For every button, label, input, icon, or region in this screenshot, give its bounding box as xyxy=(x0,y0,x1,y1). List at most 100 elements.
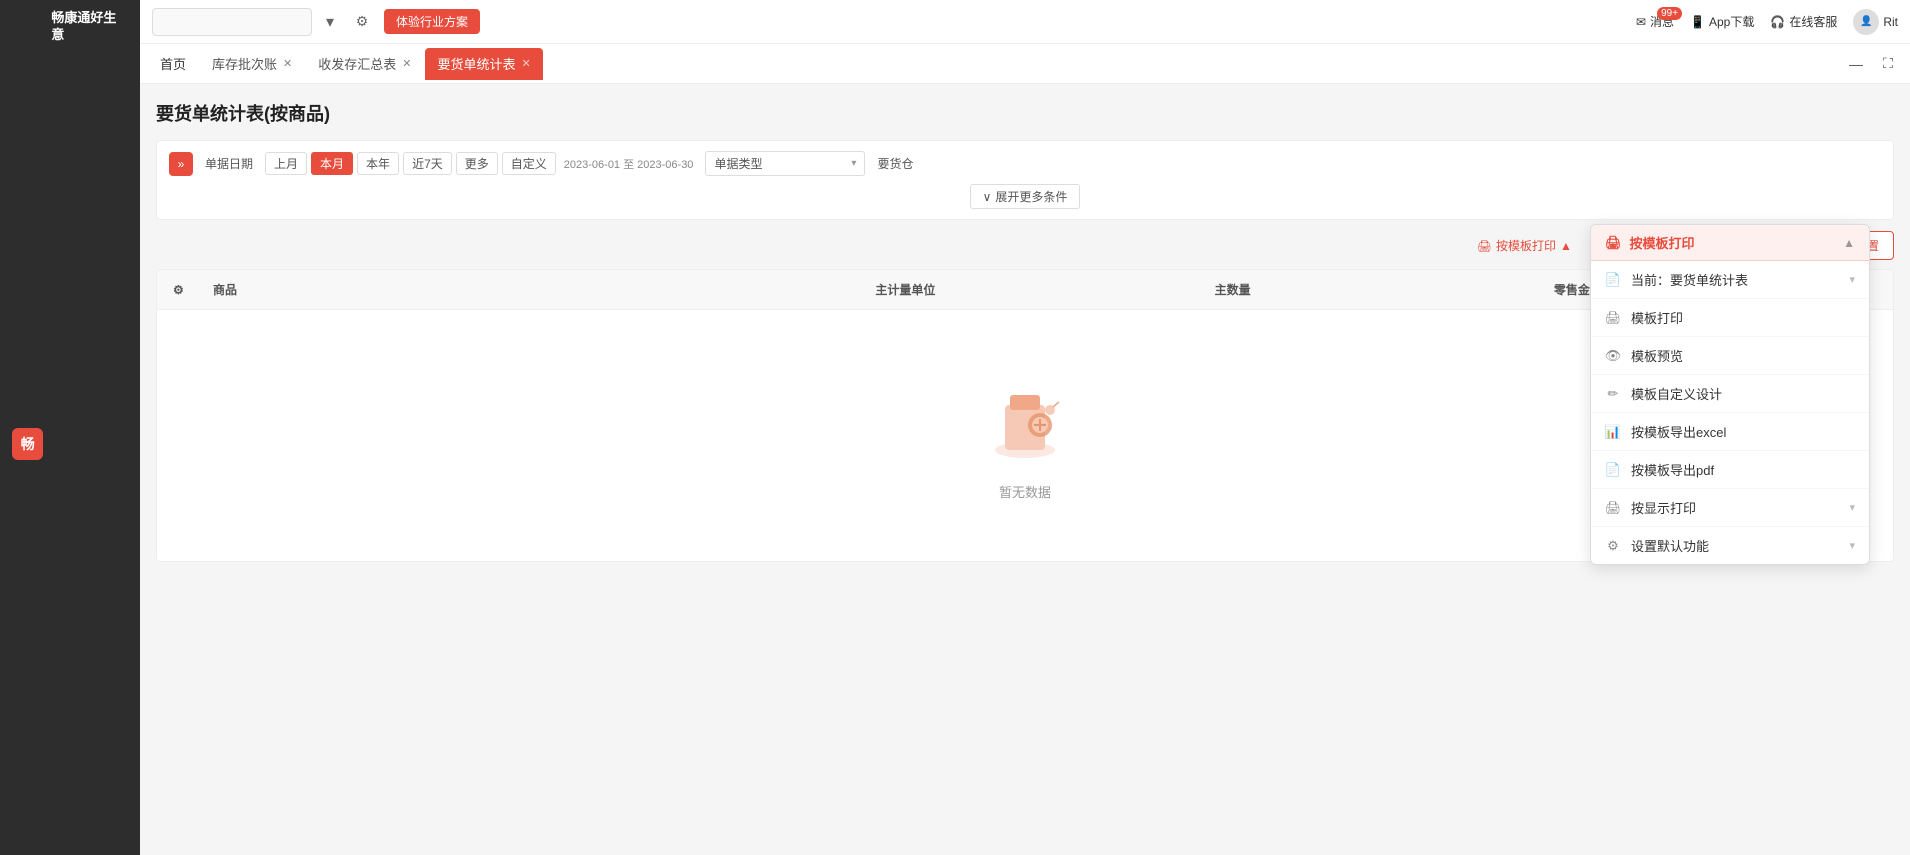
home-tab-label: 首页 xyxy=(160,54,186,73)
template-print-label: 模板打印 xyxy=(1631,308,1855,327)
dropdown-template-print[interactable]: 🖨 模板打印 xyxy=(1591,299,1869,337)
more-btn[interactable]: 更多 xyxy=(456,152,498,175)
app-name: 畅康通好生意 xyxy=(51,10,128,855)
topbar: ▾ ⚙ 体验行业方案 ✉ 消息 99+ 📱 App下载 🎧 在线客服 👤 Rit xyxy=(140,0,1910,44)
avatar: 👤 xyxy=(1853,9,1879,35)
display-print-arrow: ▾ xyxy=(1849,501,1855,514)
logo-icon: 畅 xyxy=(12,428,43,460)
goods-label: 要货仓 xyxy=(877,155,913,172)
tab-close-order-stats[interactable]: ✕ xyxy=(522,57,531,70)
default-func-label: 设置默认功能 xyxy=(1631,536,1839,555)
topbar-search-input[interactable] xyxy=(152,8,312,36)
tabs-minimize-btn[interactable]: — xyxy=(1842,50,1870,78)
dropdown-title: 按模板打印 xyxy=(1630,233,1695,252)
empty-text: 暂无数据 xyxy=(999,482,1051,501)
date-range-text: 2023-06-01 至 2023-06-30 xyxy=(564,156,694,172)
expand-more-row: ∨ 展开更多条件 xyxy=(169,184,1881,209)
dropdown-default-func[interactable]: ⚙ 设置默认功能 ▾ xyxy=(1591,527,1869,564)
template-custom-icon: ✏ xyxy=(1605,386,1621,402)
print-icon: 🖨 xyxy=(1477,239,1492,253)
empty-illustration xyxy=(975,370,1075,470)
dropdown-current[interactable]: 📄 当前：要货单统计表 ▾ xyxy=(1591,261,1869,299)
dropdown-display-print[interactable]: 🖨 按显示打印 ▾ xyxy=(1591,489,1869,527)
tab-home[interactable]: 首页 xyxy=(148,48,198,80)
template-preview-icon: 👁 xyxy=(1605,348,1621,364)
tab-order-stats[interactable]: 要货单统计表 ✕ xyxy=(425,48,542,80)
date-buttons: 上月 本月 本年 近7天 更多 自定义 2023-06-01 至 2023-06… xyxy=(265,152,693,175)
tab-close-receipt-summary[interactable]: ✕ xyxy=(402,57,411,70)
service-icon: 🎧 xyxy=(1770,15,1785,29)
user-avatar[interactable]: 👤 Rit xyxy=(1853,9,1898,35)
dropdown-header[interactable]: 🖨 按模板打印 ▲ xyxy=(1591,225,1869,261)
col-product: 商品 xyxy=(205,281,867,298)
online-service-label: 在线客服 xyxy=(1789,13,1837,30)
app-download-btn[interactable]: 📱 App下载 xyxy=(1690,13,1754,30)
tab-label: 收发存汇总表 xyxy=(318,54,396,73)
experience-btn[interactable]: 体验行业方案 xyxy=(384,9,480,34)
template-preview-label: 模板预览 xyxy=(1631,346,1855,365)
template-excel-label: 按模板导出excel xyxy=(1631,422,1855,441)
filter-toggle-btn[interactable]: » xyxy=(169,152,193,176)
print-arrow: ▲ xyxy=(1560,239,1572,253)
dropdown-print-icon: 🖨 xyxy=(1605,235,1622,251)
tabs-maximize-btn[interactable]: ⛶ xyxy=(1874,50,1902,78)
dropdown-template-preview[interactable]: 👁 模板预览 xyxy=(1591,337,1869,375)
expand-more-btn[interactable]: ∨ 展开更多条件 xyxy=(970,184,1081,209)
type-select-arrow: ▾ xyxy=(851,158,856,169)
dropdown-template-pdf[interactable]: 📄 按模板导出pdf xyxy=(1591,451,1869,489)
message-btn[interactable]: ✉ 消息 99+ xyxy=(1636,13,1674,30)
filter-bar: » 单据日期 上月 本月 本年 近7天 更多 自定义 2023-06-01 至 … xyxy=(156,140,1894,220)
col-settings[interactable]: ⚙ xyxy=(165,283,205,297)
current-label: 当前：要货单统计表 xyxy=(1631,270,1839,289)
message-icon: ✉ xyxy=(1636,15,1646,29)
tab-label: 要货单统计表 xyxy=(437,54,515,73)
app-download-label: App下载 xyxy=(1709,13,1754,30)
custom-btn[interactable]: 自定义 xyxy=(502,152,556,175)
dropdown-collapse-icon: ▲ xyxy=(1843,236,1855,250)
expand-icon: ∨ xyxy=(983,190,992,204)
type-select-label: 单据类型 xyxy=(714,155,762,172)
display-print-icon: 🖨 xyxy=(1605,500,1621,516)
online-service-btn[interactable]: 🎧 在线客服 xyxy=(1770,13,1837,30)
sidebar: 畅 畅康通好生意 标准版 ▲ 🔍 搜索菜单 ⚡ 快捷导航 📢 营销推广 💰 销售… xyxy=(0,0,140,855)
expand-more-label: 展开更多条件 xyxy=(995,188,1067,205)
template-pdf-icon: 📄 xyxy=(1605,462,1621,478)
current-arrow: ▾ xyxy=(1849,273,1855,286)
print-dropdown-menu: 🖨 按模板打印 ▲ 📄 当前：要货单统计表 ▾ 🖨 模板打印 👁 模板预览 xyxy=(1590,224,1870,565)
topbar-gear-btn[interactable]: ⚙ xyxy=(348,8,376,36)
current-icon: 📄 xyxy=(1605,272,1621,288)
tabs-bar: 首页 库存批次账 ✕ 收发存汇总表 ✕ 要货单统计表 ✕ — ⛶ xyxy=(140,44,1910,84)
topbar-right: ✉ 消息 99+ 📱 App下载 🎧 在线客服 👤 Rit xyxy=(1636,9,1898,35)
current-month-btn[interactable]: 本月 xyxy=(311,152,353,175)
tabs-right-controls: — ⛶ xyxy=(1842,50,1902,78)
template-custom-label: 模板自定义设计 xyxy=(1631,384,1855,403)
date-label: 单据日期 xyxy=(205,155,253,172)
app-download-icon: 📱 xyxy=(1690,15,1705,29)
recent7-btn[interactable]: 近7天 xyxy=(403,152,452,175)
dropdown-template-excel[interactable]: 📊 按模板导出excel xyxy=(1591,413,1869,451)
tab-label: 库存批次账 xyxy=(212,54,277,73)
print-label: 按模板打印 xyxy=(1496,237,1556,254)
tab-inventory-batch[interactable]: 库存批次账 ✕ xyxy=(200,48,304,80)
topbar-dropdown-btn[interactable]: ▾ xyxy=(320,8,340,36)
template-excel-icon: 📊 xyxy=(1605,424,1621,440)
tab-close-inventory-batch[interactable]: ✕ xyxy=(283,57,292,70)
col-qty: 主数量 xyxy=(1207,281,1546,298)
template-pdf-label: 按模板导出pdf xyxy=(1631,460,1855,479)
main-area: ▾ ⚙ 体验行业方案 ✉ 消息 99+ 📱 App下载 🎧 在线客服 👤 Rit xyxy=(140,0,1910,855)
default-func-arrow: ▾ xyxy=(1849,539,1855,552)
page-content: 要货单统计表(按商品) » 单据日期 上月 本月 本年 近7天 更多 自定义 2… xyxy=(140,84,1910,855)
app-logo: 畅 畅康通好生意 标准版 xyxy=(0,0,140,855)
default-func-icon: ⚙ xyxy=(1605,538,1621,554)
type-select[interactable]: 单据类型 ▾ xyxy=(705,151,865,176)
template-print-icon: 🖨 xyxy=(1605,310,1621,326)
tab-receipt-summary[interactable]: 收发存汇总表 ✕ xyxy=(306,48,423,80)
display-print-label: 按显示打印 xyxy=(1631,498,1839,517)
filter-row-1: » 单据日期 上月 本月 本年 近7天 更多 自定义 2023-06-01 至 … xyxy=(169,151,1881,176)
message-badge: 99+ xyxy=(1657,7,1682,20)
print-btn[interactable]: 🖨 按模板打印 ▲ xyxy=(1469,233,1580,258)
prev-month-btn[interactable]: 上月 xyxy=(265,152,307,175)
this-year-btn[interactable]: 本年 xyxy=(357,152,399,175)
page-title: 要货单统计表(按商品) xyxy=(156,100,1894,126)
dropdown-template-custom[interactable]: ✏ 模板自定义设计 xyxy=(1591,375,1869,413)
